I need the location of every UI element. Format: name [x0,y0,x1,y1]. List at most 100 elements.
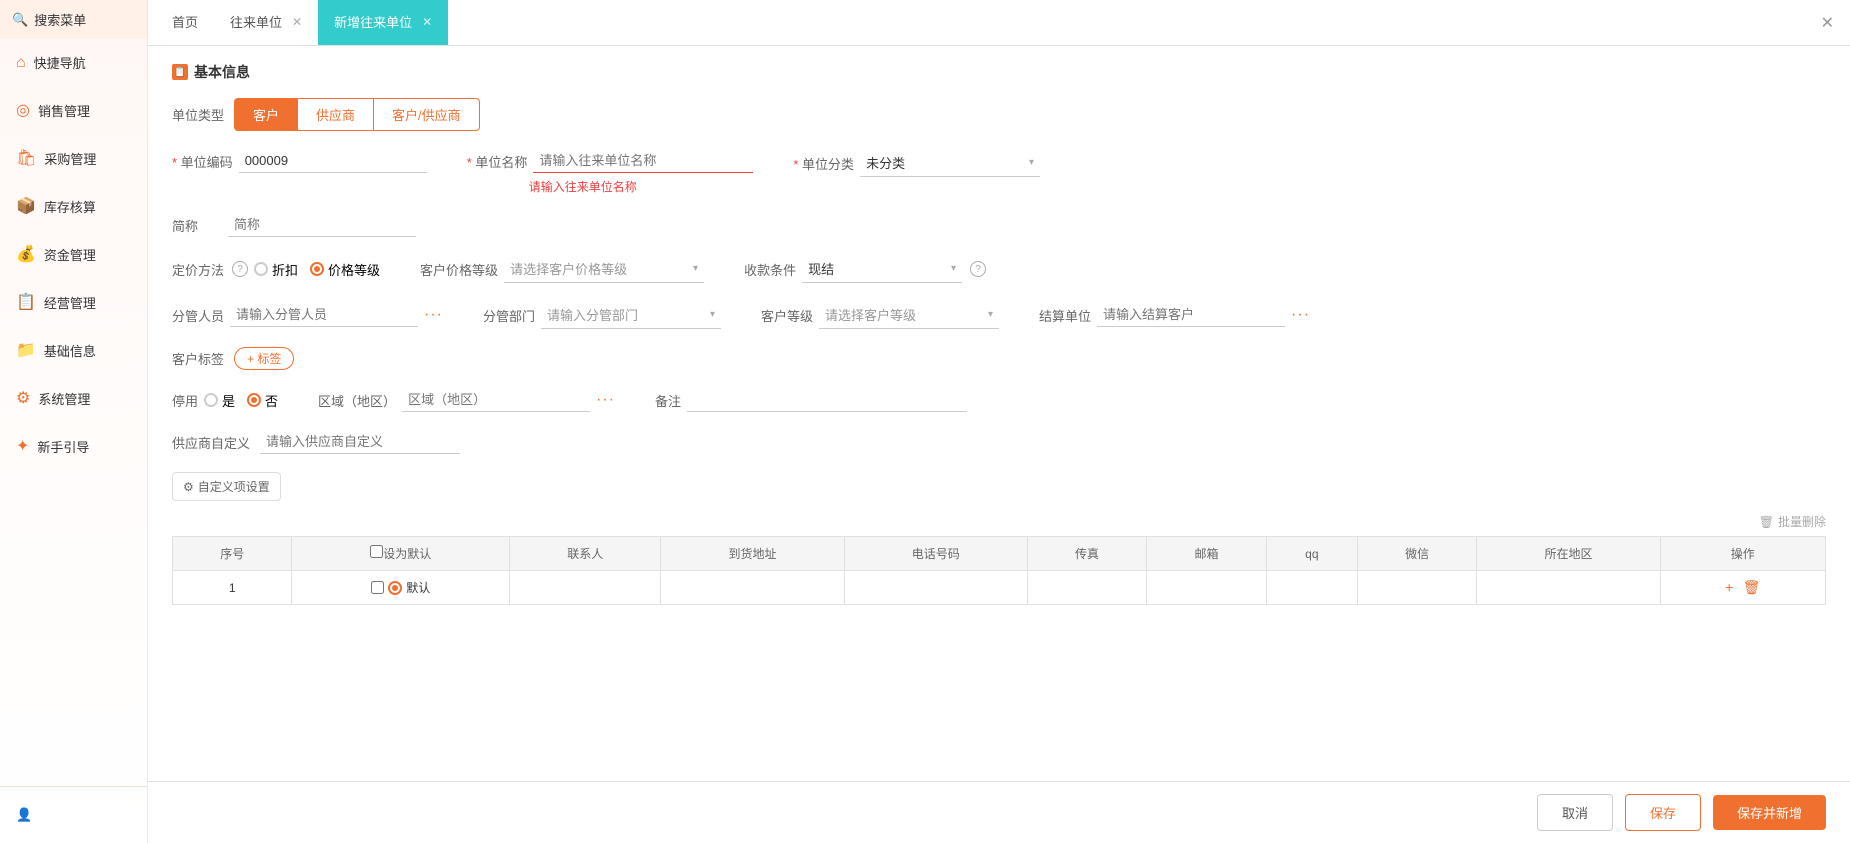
sidebar-item-user[interactable]: 👤 [0,797,147,833]
unit-type-group: 客户供应商客户/供应商 [234,98,480,131]
code-input[interactable] [239,149,427,173]
radio-label-price-level: 价格等级 [328,260,380,279]
payment-chevron: ▾ [951,263,956,274]
category-chevron: ▾ [1029,157,1034,168]
manager-input[interactable] [230,303,418,327]
row-add-btn[interactable]: + [1725,579,1733,595]
sidebar-item-basic-info[interactable]: 📁基础信息 [0,326,147,374]
sidebar-item-quick-nav[interactable]: ⌂快捷导航 [0,39,147,86]
manager-more-btn[interactable]: ··· [424,306,443,324]
table-header-邮箱: 邮箱 [1147,537,1266,571]
custom-settings-button[interactable]: ⚙ 自定义项设置 [172,472,281,501]
save-button[interactable]: 保存 [1625,794,1701,831]
settlement-input[interactable] [1097,303,1285,327]
batch-delete-icon: 🗑 [1759,515,1774,529]
supplier-custom-input[interactable] [260,430,460,454]
tab-new-partner[interactable]: 新增往来单位✕ [318,0,448,45]
table-header-微信: 微信 [1357,537,1476,571]
region-input[interactable] [402,388,590,412]
sidebar-item-label: 系统管理 [38,389,90,408]
row-contact [510,571,661,605]
row-phone [844,571,1027,605]
pricing-radio-price-level[interactable]: 价格等级 [310,260,380,279]
name-error-msg: 请输入往来单位名称 [529,178,754,195]
row-address [661,571,844,605]
row-delete-btn[interactable]: 🗑 [1743,579,1761,595]
price-level-select[interactable]: 请选择客户价格等级 ▾ [504,255,704,283]
sidebar-item-label: 采购管理 [44,149,96,168]
sidebar-item-inventory[interactable]: 📦库存核算 [0,182,147,230]
settlement-more-btn[interactable]: ··· [1291,306,1310,324]
sidebar-item-purchase[interactable]: 🛍采购管理 [0,134,147,182]
table-header-所在地区: 所在地区 [1477,537,1660,571]
sidebar: 🔍 搜索菜单 ⌂快捷导航 ◎ 销售管理 🛍采购管理📦库存核算💰资金管理📋经营管理📁基础… [0,0,148,843]
row-fax [1027,571,1146,605]
row-checkbox[interactable] [371,581,384,594]
manager-label: 分管人员 [172,306,224,325]
pricing-help-icon[interactable]: ? [232,261,248,277]
tab-bar: 首页往来单位✕新增往来单位✕ ✕ [148,0,1850,46]
payment-help-icon[interactable]: ? [970,261,986,277]
radio-circle-disabled-no [247,393,261,407]
remark-input[interactable] [687,388,967,412]
pricing-radio-discount[interactable]: 折扣 [254,260,298,279]
sidebar-item-operations[interactable]: 📋经营管理 [0,278,147,326]
sidebar-item-sales[interactable]: ◎ 销售管理 [0,86,147,134]
pricing-radio-group: 折扣 价格等级 [254,260,380,279]
category-select[interactable]: 未分类 ▾ [860,149,1040,177]
category-field: 单位分类 未分类 ▾ [793,149,1040,177]
settlement-field: 结算单位 ··· [1039,303,1310,327]
disabled-radio-no[interactable]: 否 [247,391,278,410]
radio-label-disabled-no: 否 [265,391,278,410]
abbr-input[interactable] [228,213,416,237]
abbr-row: 简称 [172,213,1826,237]
sales-icon: ◎ [16,100,30,120]
user-icon: 👤 [16,807,32,823]
tab-label-partner: 往来单位 [230,12,282,31]
dept-placeholder: 请输入分管部门 [547,305,706,324]
tab-home[interactable]: 首页 [156,0,214,45]
payment-field: 收款条件 现结 ▾ ? [744,255,986,283]
remark-field: 备注 [655,388,967,412]
batch-delete-label: 批量删除 [1778,513,1826,530]
select-all-checkbox[interactable] [370,545,383,558]
payment-select[interactable]: 现结 ▾ [802,255,962,283]
manager-row: 分管人员 ··· 分管部门 请输入分管部门 ▾ 客户等级 请选择客户等级 ▾ [172,301,1826,329]
guide-icon: ✦ [16,436,29,456]
pricing-label: 定价方法 [172,260,224,279]
payment-label: 收款条件 [744,260,796,279]
sidebar-item-label: 销售管理 [38,101,90,120]
supplier-custom-label: 供应商自定义 [172,433,250,452]
search-menu[interactable]: 🔍 搜索菜单 [0,0,147,39]
region-more-btn[interactable]: ··· [596,391,615,409]
unit-type-customer-button[interactable]: 客户 [234,98,298,131]
add-tag-button[interactable]: + 标签 [234,347,294,370]
bottom-bar: 取消 保存 保存并新增 [148,781,1850,843]
cancel-button[interactable]: 取消 [1537,794,1613,831]
sidebar-item-finance[interactable]: 💰资金管理 [0,230,147,278]
tab-close-partner[interactable]: ✕ [292,15,302,29]
default-radio[interactable] [388,581,402,595]
manager-field: 分管人员 ··· [172,303,443,327]
customer-level-chevron: ▾ [988,309,993,320]
disabled-radio-yes[interactable]: 是 [204,391,235,410]
tab-close-new-partner[interactable]: ✕ [422,15,432,29]
content-area: 📋 基本信息 单位类型 客户供应商客户/供应商 单位编码 单位名称 请输入往来单… [148,46,1850,781]
window-close-button[interactable]: ✕ [1813,9,1842,37]
sidebar-item-system[interactable]: ⚙系统管理 [0,374,147,422]
row-region [1477,571,1660,605]
tab-partner[interactable]: 往来单位 ✕ [214,0,318,45]
table-header-设为默认: 设为默认 [292,537,510,571]
radio-label-disabled-yes: 是 [222,391,235,410]
sidebar-item-guide[interactable]: ✦新手引导 [0,422,147,470]
unit-type-supplier-button[interactable]: 供应商 [298,98,374,131]
dept-select[interactable]: 请输入分管部门 ▾ [541,301,721,329]
customer-level-select[interactable]: 请选择客户等级 ▾ [819,301,999,329]
radio-circle-price-level [310,262,324,276]
basic-info-icon: 📁 [16,340,36,360]
batch-delete-area[interactable]: 🗑 批量删除 [172,513,1826,530]
save-new-button[interactable]: 保存并新增 [1713,795,1826,830]
unit-type-both-button[interactable]: 客户/供应商 [374,98,480,131]
abbr-field: 简称 [172,213,416,237]
name-input[interactable] [533,149,753,173]
